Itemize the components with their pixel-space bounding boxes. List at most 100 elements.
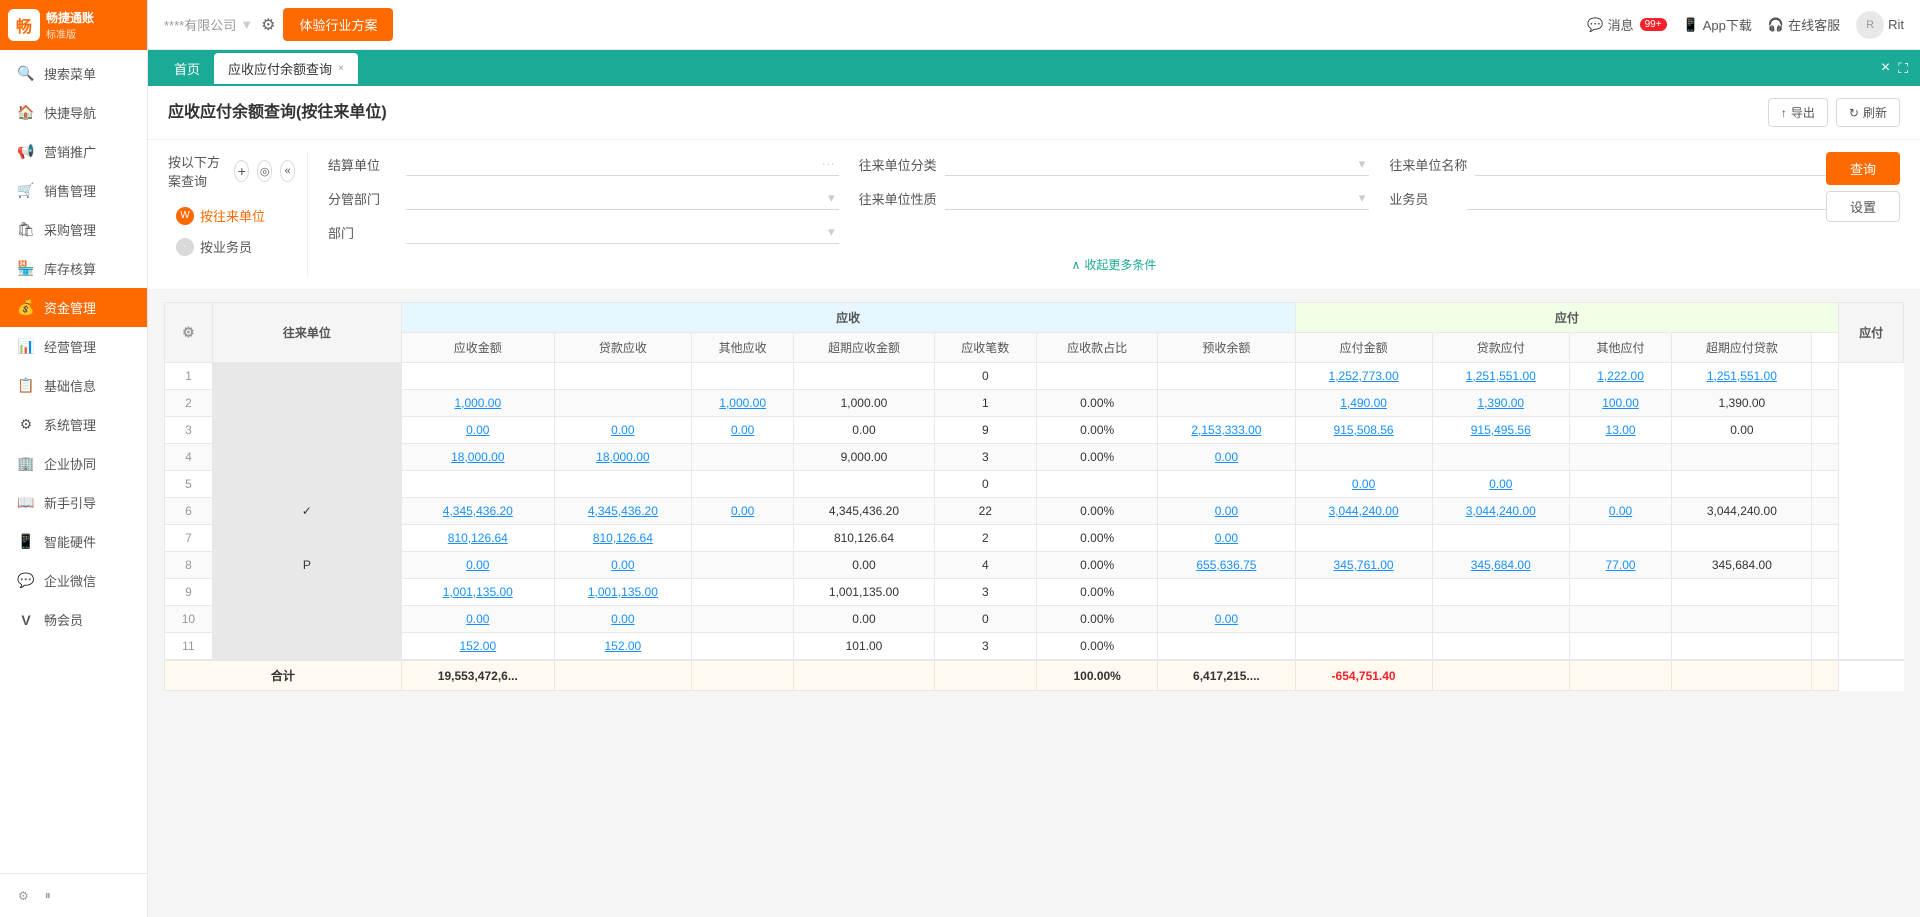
row-recv-amount[interactable]: 4,345,436.20 [401, 498, 554, 525]
col-pay-amount: 应付金额 [1295, 333, 1432, 363]
unit-nature-input[interactable] [945, 186, 1355, 209]
window-close-icon[interactable]: × [1881, 59, 1890, 77]
row-loan-recv[interactable]: 18,000.00 [554, 444, 691, 471]
filter-add-btn[interactable]: + [234, 160, 249, 182]
row-loan-pay[interactable]: 1,390.00 [1432, 390, 1569, 417]
row-loan-recv[interactable]: 1,001,135.00 [554, 579, 691, 606]
row-overdue-recv: 1,000.00 [794, 390, 934, 417]
row-loan-recv[interactable]: 0.00 [554, 417, 691, 444]
row-loan-pay[interactable]: 0.00 [1432, 471, 1569, 498]
dept-manager-dropdown-icon[interactable]: ▾ [824, 190, 839, 206]
filter-collapse-left-btn[interactable]: « [280, 160, 295, 182]
tab-home[interactable]: 首页 [160, 53, 214, 84]
row-recv-amount[interactable]: 152.00 [401, 633, 554, 661]
row-other-pay[interactable]: 77.00 [1569, 552, 1671, 579]
sidebar-item-shortcut[interactable]: 🏠 快捷导航 [0, 93, 147, 132]
sidebar-item-enterprise[interactable]: 🏢 企业协同 [0, 444, 147, 483]
settings-btn[interactable]: 设置 [1826, 191, 1900, 222]
sidebar-item-warehouse[interactable]: 🏪 库存核算 [0, 249, 147, 288]
row-prepay-balance[interactable]: 0.00 [1158, 498, 1295, 525]
row-pay-amount[interactable]: 1,490.00 [1295, 390, 1432, 417]
row-other-recv[interactable]: 0.00 [691, 498, 793, 525]
table-settings-gear-icon[interactable]: ⚙ [182, 324, 195, 340]
row-loan-pay[interactable]: 3,044,240.00 [1432, 498, 1569, 525]
unit-nature-dropdown-icon[interactable]: ▾ [1355, 190, 1370, 206]
row-loan-recv[interactable]: 0.00 [554, 552, 691, 579]
row-other-pay[interactable]: 0.00 [1569, 498, 1671, 525]
app-download-btn[interactable]: 📱 App下载 [1683, 15, 1752, 34]
row-prepay-balance[interactable]: 0.00 [1158, 444, 1295, 471]
sidebar-item-operation[interactable]: 📊 经营管理 [0, 327, 147, 366]
row-other-recv[interactable]: 1,000.00 [691, 390, 793, 417]
sidebar-item-marketing[interactable]: 📢 营销推广 [0, 132, 147, 171]
sidebar-settings-btn[interactable]: ⚙ [10, 885, 37, 907]
row-pay-amount[interactable]: 915,508.56 [1295, 417, 1432, 444]
refresh-btn[interactable]: ↻ 刷新 [1836, 98, 1900, 127]
settlement-unit-icon[interactable]: ··· [818, 156, 839, 171]
row-loan-pay[interactable]: 915,495.56 [1432, 417, 1569, 444]
row-loan-recv[interactable]: 152.00 [554, 633, 691, 661]
row-other-pay[interactable]: 1,222.00 [1569, 363, 1671, 390]
row-other-pay[interactable]: 13.00 [1569, 417, 1671, 444]
department-dropdown-icon[interactable]: ▾ [824, 224, 839, 240]
filter-scheme-by-unit[interactable]: W 按往来单位 [168, 200, 295, 231]
row-recv-amount[interactable]: 0.00 [401, 606, 554, 633]
row-prepay-balance[interactable]: 0.00 [1158, 606, 1295, 633]
dept-manager-input[interactable] [406, 186, 824, 209]
filter-collapse-btn[interactable]: ∧ 收起更多条件 [328, 252, 1900, 277]
wechat-icon: 💬 [16, 572, 36, 589]
row-recv-amount[interactable]: 1,000.00 [401, 390, 554, 417]
sidebar-collapse-btn[interactable]: ⏸ [37, 884, 59, 907]
sidebar-item-system[interactable]: ⚙ 系统管理 [0, 405, 147, 444]
sidebar-item-basic[interactable]: 📋 基础信息 [0, 366, 147, 405]
row-other-recv[interactable]: 0.00 [691, 417, 793, 444]
row-recv-amount[interactable]: 0.00 [401, 417, 554, 444]
notification-btn[interactable]: 💬 消息 99+ [1587, 15, 1666, 34]
sidebar-item-hardware[interactable]: 📱 智能硬件 [0, 522, 147, 561]
row-pay-amount[interactable]: 1,252,773.00 [1295, 363, 1432, 390]
row-overdue-pay[interactable]: 1,251,551.00 [1672, 363, 1812, 390]
avatar-text: R [1866, 19, 1874, 31]
col-settings[interactable]: ⚙ [165, 303, 213, 363]
row-pay-amount[interactable]: 0.00 [1295, 471, 1432, 498]
row-loan-pay[interactable]: 345,684.00 [1432, 552, 1569, 579]
row-recv-amount[interactable]: 0.00 [401, 552, 554, 579]
salesperson-input[interactable] [1467, 186, 1879, 209]
query-btn[interactable]: 查询 [1826, 152, 1900, 185]
row-other-pay[interactable]: 100.00 [1569, 390, 1671, 417]
row-loan-recv[interactable]: 810,126.64 [554, 525, 691, 552]
sidebar-item-member[interactable]: V 畅会员 [0, 600, 147, 639]
settings-gear-btn[interactable]: ⚙ [261, 15, 275, 35]
window-expand-icon[interactable]: ⛶ [1898, 60, 1908, 77]
industry-solution-btn[interactable]: 体验行业方案 [283, 8, 393, 41]
row-prepay-balance[interactable]: 0.00 [1158, 525, 1295, 552]
sidebar-item-fund[interactable]: 💰 资金管理 [0, 288, 147, 327]
customer-service-btn[interactable]: 🎧 在线客服 [1768, 15, 1840, 34]
tab-query[interactable]: 应收应付余额查询 × [214, 53, 358, 84]
sidebar-item-guide[interactable]: 📖 新手引导 [0, 483, 147, 522]
unit-category-input[interactable] [945, 152, 1355, 175]
row-recv-amount[interactable]: 1,001,135.00 [401, 579, 554, 606]
row-prepay-balance[interactable]: 655,636.75 [1158, 552, 1295, 579]
filter-target-btn[interactable]: ◎ [257, 160, 272, 182]
footer-recv-ratio: 100.00% [1037, 660, 1158, 691]
export-btn[interactable]: ↑ 导出 [1768, 98, 1828, 127]
user-profile-btn[interactable]: R Rit [1856, 11, 1904, 39]
row-loan-recv[interactable]: 0.00 [554, 606, 691, 633]
sidebar-item-purchase[interactable]: 🛍 采购管理 [0, 210, 147, 249]
settlement-unit-input[interactable] [406, 152, 818, 175]
filter-scheme-by-staff[interactable]: · 按业务员 [168, 231, 295, 262]
sidebar-item-search[interactable]: 🔍 搜索菜单 [0, 54, 147, 93]
row-pay-amount[interactable]: 3,044,240.00 [1295, 498, 1432, 525]
department-input[interactable] [406, 220, 824, 243]
tab-close-icon[interactable]: × [338, 63, 344, 74]
sidebar-item-wechat[interactable]: 💬 企业微信 [0, 561, 147, 600]
row-prepay-balance[interactable]: 2,153,333.00 [1158, 417, 1295, 444]
row-recv-amount[interactable]: 810,126.64 [401, 525, 554, 552]
row-loan-pay[interactable]: 1,251,551.00 [1432, 363, 1569, 390]
row-loan-recv[interactable]: 4,345,436.20 [554, 498, 691, 525]
unit-category-dropdown-icon[interactable]: ▾ [1355, 156, 1370, 172]
row-pay-amount[interactable]: 345,761.00 [1295, 552, 1432, 579]
sidebar-item-sales[interactable]: 🛒 销售管理 [0, 171, 147, 210]
row-recv-amount[interactable]: 18,000.00 [401, 444, 554, 471]
